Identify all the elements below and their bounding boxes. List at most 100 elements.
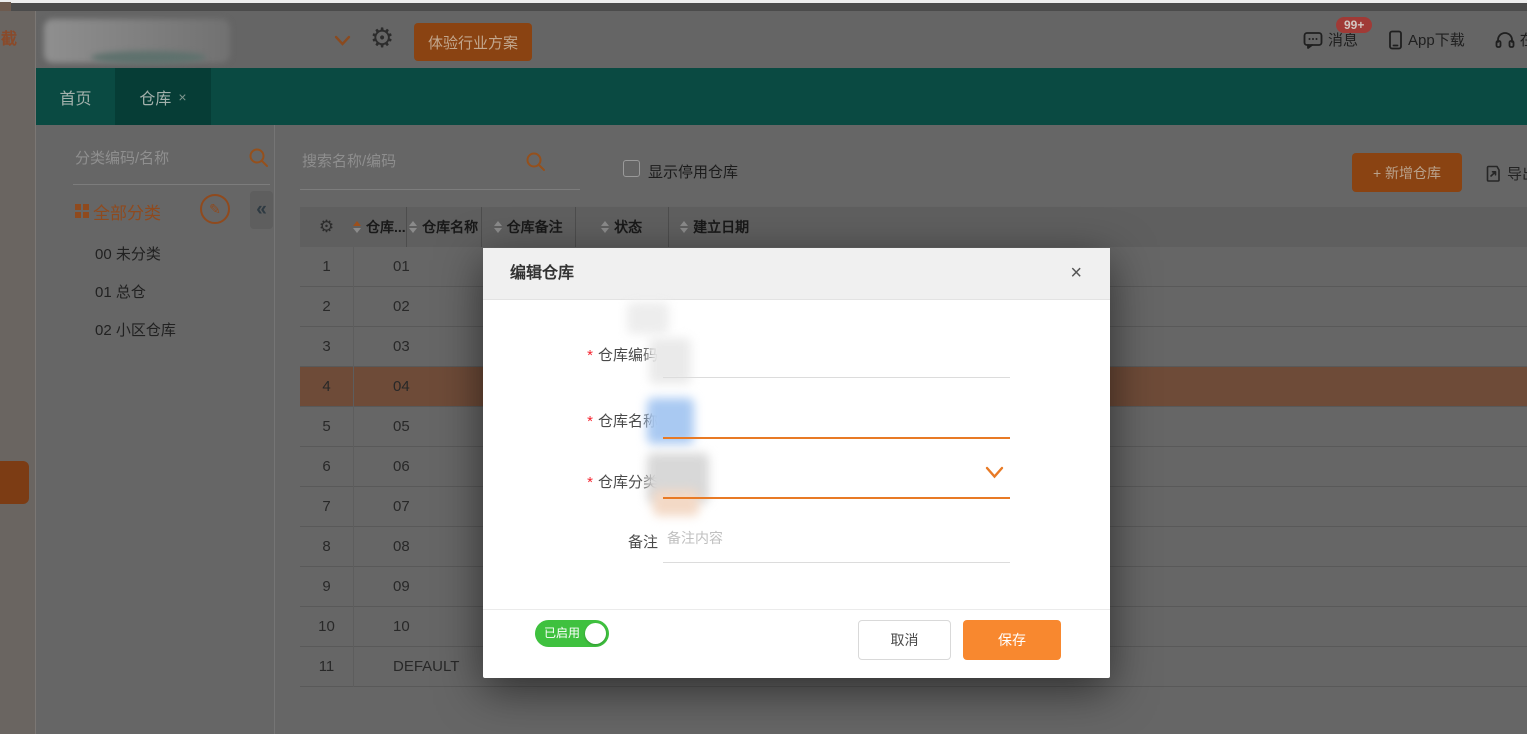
all-categories-title[interactable]: 全部分类 (93, 199, 161, 224)
row-code: DEFAULT (353, 646, 459, 687)
cancel-button[interactable]: 取消 (858, 620, 951, 660)
export-icon (1486, 165, 1500, 182)
tab-home[interactable]: 首页 (36, 68, 115, 125)
table-column-header[interactable]: 建立日期 (667, 207, 761, 247)
chevron-down-icon[interactable] (985, 466, 1004, 484)
table-header: ⚙ 仓库... 仓库名称 仓库备注 状态 建立日期 (300, 207, 1527, 247)
category-field-label: * 仓库分类 (587, 474, 658, 491)
export-button[interactable]: 导出 (1485, 163, 1527, 184)
required-mark: * (587, 474, 593, 491)
modal-footer-divider (483, 609, 1110, 610)
sort-arrows[interactable] (680, 221, 689, 233)
table-column-header[interactable]: 仓库名称 (405, 207, 481, 247)
messages-badge: 99+ (1336, 17, 1373, 33)
table-column-header[interactable]: 仓库备注 (480, 207, 575, 247)
modal-header: 编辑仓库 × (483, 248, 1110, 300)
column-label: 仓库备注 (506, 219, 563, 235)
side-floating-tab[interactable] (0, 461, 29, 504)
column-settings-gear-icon[interactable]: ⚙ (300, 207, 353, 247)
blurred-category-value-2 (653, 490, 699, 516)
enabled-toggle[interactable]: 已启用 (535, 620, 609, 647)
row-index: 6 (322, 458, 331, 475)
search-icon[interactable] (248, 147, 270, 174)
corner-fragment (0, 2, 11, 11)
remark-field-label: 备注 (627, 534, 658, 551)
remark-field-underline (663, 562, 1010, 563)
remark-input[interactable] (665, 524, 965, 552)
app-download-item[interactable]: App下载 (1388, 29, 1465, 50)
row-index: 3 (322, 338, 331, 355)
row-index: 7 (322, 498, 331, 515)
topbar-right-group: 消息 99+ App下载 在 (1303, 11, 1527, 68)
online-support-label: 在 (1520, 29, 1527, 50)
required-mark: * (587, 413, 593, 430)
gear-icon[interactable]: ⚙ (370, 25, 394, 52)
add-warehouse-button[interactable]: + 新增仓库 (1352, 153, 1462, 192)
code-field-underline[interactable] (663, 377, 1010, 378)
row-code: 02 (353, 286, 428, 327)
messages-item[interactable]: 消息 99+ (1303, 17, 1373, 50)
grid-icon (75, 204, 89, 223)
category-search-underline (73, 184, 270, 185)
row-index: 1 (322, 258, 331, 275)
row-index: 11 (318, 658, 335, 675)
left-gutter: 截 (0, 11, 36, 734)
sort-arrows[interactable] (493, 221, 502, 233)
category-field-underline[interactable] (663, 497, 1010, 499)
name-field-label: * 仓库名称 (587, 413, 658, 430)
tab-warehouse-label: 仓库 (139, 90, 172, 108)
row-code: 04 (353, 366, 428, 407)
edit-warehouse-modal: 编辑仓库 × * 仓库编码 * 仓库名称 * 仓库分类 备注 备注内容 已启用 … (483, 248, 1110, 678)
row-code: 05 (353, 406, 428, 447)
blurred-content (627, 302, 669, 334)
category-search-input[interactable] (73, 143, 245, 173)
tabbar: 首页 仓库 × (36, 68, 1527, 125)
enabled-toggle-label: 已启用 (544, 626, 581, 640)
row-code: 10 (353, 606, 428, 647)
modal-title: 编辑仓库 (510, 265, 575, 282)
logo-swoosh (91, 51, 206, 64)
row-index: 9 (322, 578, 331, 595)
table-column-header[interactable]: 状态 (574, 207, 668, 247)
row-code: 07 (353, 486, 428, 527)
chevron-down-icon[interactable] (334, 33, 351, 51)
table-column-header[interactable]: 仓库... (353, 207, 406, 247)
tab-warehouse[interactable]: 仓库 × (115, 68, 211, 125)
column-label: 仓库名称 (422, 219, 479, 235)
category-list-item[interactable]: 01 总仓 (95, 281, 176, 305)
save-button[interactable]: 保存 (963, 620, 1061, 660)
online-support-item[interactable]: 在 (1495, 29, 1527, 50)
name-field-underline[interactable] (663, 437, 1010, 439)
phone-icon (1389, 30, 1402, 49)
sidebar-collapse-button[interactable]: « (250, 191, 273, 229)
edit-category-icon[interactable]: ✎ (200, 194, 230, 224)
sort-arrows[interactable] (353, 221, 361, 233)
warehouse-search-input[interactable] (300, 147, 540, 175)
column-label: 状态 (614, 219, 643, 235)
headset-icon (1495, 32, 1515, 48)
close-icon[interactable]: × (1070, 263, 1082, 283)
code-field-label: * 仓库编码 (587, 347, 658, 364)
row-index: 8 (322, 538, 331, 555)
row-code: 01 (353, 246, 428, 287)
row-code: 03 (353, 326, 428, 367)
sort-arrows[interactable] (601, 221, 610, 233)
category-list-item[interactable]: 00 未分类 (95, 243, 176, 267)
column-label: 仓库... (366, 219, 406, 235)
chat-bubble-icon (1303, 31, 1323, 49)
export-label: 导出 (1507, 166, 1527, 183)
show-disabled-label: 显示停用仓库 (648, 164, 739, 181)
tab-close-icon[interactable]: × (178, 89, 186, 105)
search-icon[interactable] (525, 151, 547, 178)
column-label: 建立日期 (693, 219, 750, 235)
show-disabled-checkbox[interactable] (623, 160, 640, 177)
row-index: 5 (322, 418, 331, 435)
row-code: 06 (353, 446, 428, 487)
sort-arrows[interactable] (409, 221, 418, 233)
row-code: 08 (353, 526, 428, 567)
category-list: 00 未分类 01 总仓 02 小区仓库 (95, 243, 176, 343)
category-list-item[interactable]: 02 小区仓库 (95, 319, 176, 343)
row-index: 4 (322, 378, 331, 395)
trial-plan-button[interactable]: 体验行业方案 (414, 23, 532, 61)
sidebar-divider (274, 125, 275, 734)
